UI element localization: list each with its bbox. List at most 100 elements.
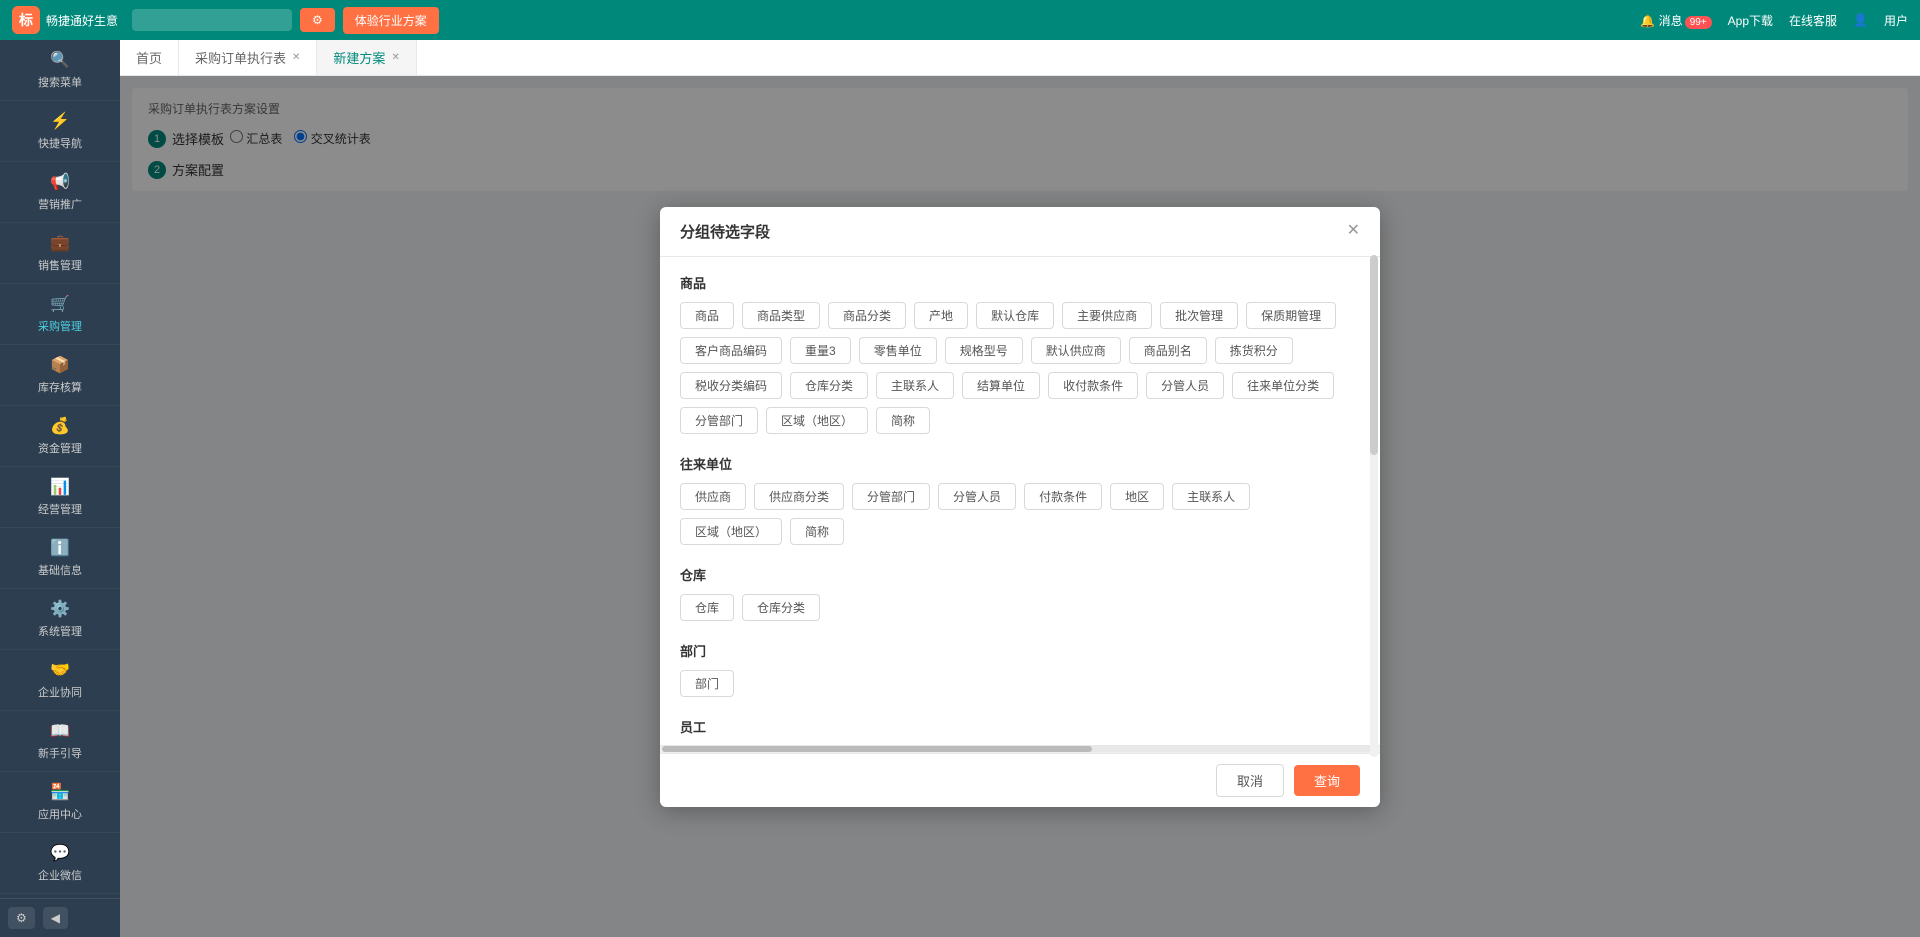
field-tag-partner-0[interactable]: 供应商 [680,483,746,510]
modal-close-btn[interactable]: ✕ [1347,223,1360,239]
field-tag-goods-20[interactable]: 分管人员 [1146,372,1224,399]
sidebar-bottom: ⚙ ◀ [0,898,120,937]
sidebar-item-inventory[interactable]: 📦 库存核算 [0,345,120,406]
field-tag-goods-4[interactable]: 默认仓库 [976,302,1054,329]
sidebar-label-sales: 销售管理 [38,257,82,273]
modal-body: 商品 商品 商品类型 商品分类 产地 默认仓库 主要供应商 批次管理 保质期管理… [660,257,1380,746]
section-warehouse: 仓库 仓库 仓库分类 [680,565,1360,621]
field-tag-partner-8[interactable]: 简称 [790,518,844,545]
field-tag-goods-0[interactable]: 商品 [680,302,734,329]
field-tag-goods-15[interactable]: 税收分类编码 [680,372,782,399]
field-tag-goods-10[interactable]: 零售单位 [859,337,937,364]
field-tag-goods-18[interactable]: 结算单位 [962,372,1040,399]
field-tag-goods-8[interactable]: 客户商品编码 [680,337,782,364]
confirm-button[interactable]: 查询 [1294,765,1360,796]
tab-purchase-order-label: 采购订单执行表 [195,48,286,67]
settings-btn[interactable]: ⚙ [300,8,335,32]
field-tag-goods-3[interactable]: 产地 [914,302,968,329]
sidebar-item-search[interactable]: 🔍 搜索菜单 [0,40,120,101]
field-tag-goods-13[interactable]: 商品别名 [1129,337,1207,364]
sidebar-item-sales[interactable]: 💼 销售管理 [0,223,120,284]
purchase-icon: 🛒 [50,294,70,314]
sidebar-label-system: 系统管理 [38,623,82,639]
field-tag-goods-17[interactable]: 主联系人 [876,372,954,399]
quicknav-icon: ⚡ [50,111,70,131]
field-tag-partner-6[interactable]: 主联系人 [1172,483,1250,510]
sidebar-label-quicknav: 快捷导航 [38,135,82,151]
section-department-tags: 部门 [680,670,1360,697]
field-tag-goods-23[interactable]: 区域（地区） [766,407,868,434]
logo-text: 畅捷通好生意 [46,12,118,29]
field-tag-goods-2[interactable]: 商品分类 [828,302,906,329]
wechat-icon: 💬 [50,843,70,863]
user-avatar[interactable]: 👤 [1853,13,1868,27]
sidebar-item-quicknav[interactable]: ⚡ 快捷导航 [0,101,120,162]
sidebar-collapse-btn[interactable]: ◀ [43,907,68,929]
tab-purchase-order[interactable]: 采购订单执行表 ✕ [179,40,317,75]
field-tag-goods-1[interactable]: 商品类型 [742,302,820,329]
field-tag-goods-24[interactable]: 简称 [876,407,930,434]
modal-hscrollbar[interactable] [660,745,1380,752]
field-tag-partner-5[interactable]: 地区 [1110,483,1164,510]
sidebar-item-wechat[interactable]: 💬 企业微信 [0,833,120,894]
modal-vscrollbar[interactable] [1370,255,1378,757]
modal-footer: 取消 查询 [660,753,1380,807]
sidebar-item-finance[interactable]: 💰 资金管理 [0,406,120,467]
sidebar-item-management[interactable]: 📊 经营管理 [0,467,120,528]
appcenter-icon: 🏪 [50,782,70,802]
finance-icon: 💰 [50,416,70,436]
modal-overlay: 分组待选字段 ✕ 商品 商品 商品类型 商品分类 产地 默认仓库 主要供应商 批… [120,76,1920,937]
tab-new-plan-close[interactable]: ✕ [391,52,399,63]
field-tag-partner-7[interactable]: 区域（地区） [680,518,782,545]
field-tag-goods-16[interactable]: 仓库分类 [790,372,868,399]
field-tag-warehouse-1[interactable]: 仓库分类 [742,594,820,621]
sidebar-settings-btn[interactable]: ⚙ [8,907,35,929]
section-warehouse-tags: 仓库 仓库分类 [680,594,1360,621]
field-tag-goods-14[interactable]: 拣货积分 [1215,337,1293,364]
field-tag-partner-4[interactable]: 付款条件 [1024,483,1102,510]
field-tag-partner-1[interactable]: 供应商分类 [754,483,844,510]
vscroll-thumb[interactable] [1370,255,1378,456]
section-department-title: 部门 [680,641,1360,660]
hscroll-thumb[interactable] [662,746,1092,752]
field-tag-goods-19[interactable]: 收付款条件 [1048,372,1138,399]
field-tag-goods-9[interactable]: 重量3 [790,337,851,364]
sidebar-item-purchase[interactable]: 🛒 采购管理 [0,284,120,345]
field-tag-partner-3[interactable]: 分管人员 [938,483,1016,510]
basicinfo-icon: ℹ️ [50,538,70,558]
field-tag-goods-5[interactable]: 主要供应商 [1062,302,1152,329]
field-tag-goods-22[interactable]: 分管部门 [680,407,758,434]
guide-icon: 📖 [50,721,70,741]
sidebar-item-guide[interactable]: 📖 新手引导 [0,711,120,772]
app-download-link[interactable]: App下载 [1728,12,1773,29]
sidebar-label-search: 搜索菜单 [38,74,82,90]
field-tag-warehouse-0[interactable]: 仓库 [680,594,734,621]
search-icon: 🔍 [50,50,70,70]
field-tag-goods-21[interactable]: 往来单位分类 [1232,372,1334,399]
tab-home[interactable]: 首页 [120,40,179,75]
tab-purchase-order-close[interactable]: ✕ [292,52,300,63]
sidebar-item-collab[interactable]: 🤝 企业协同 [0,650,120,711]
field-tag-goods-12[interactable]: 默认供应商 [1031,337,1121,364]
field-tag-goods-7[interactable]: 保质期管理 [1246,302,1336,329]
sidebar-item-appcenter[interactable]: 🏪 应用中心 [0,772,120,833]
cancel-button[interactable]: 取消 [1216,764,1284,797]
field-tag-partner-2[interactable]: 分管部门 [852,483,930,510]
field-tag-goods-11[interactable]: 规格型号 [945,337,1023,364]
modal-title: 分组待选字段 [680,221,770,242]
sidebar-item-basicinfo[interactable]: ℹ️ 基础信息 [0,528,120,589]
online-service-link[interactable]: 在线客服 [1789,12,1837,29]
experience-btn[interactable]: 体验行业方案 [343,7,439,34]
tab-new-plan[interactable]: 新建方案 ✕ [317,40,416,75]
notification-area[interactable]: 🔔 消息99+ [1640,12,1711,29]
management-icon: 📊 [50,477,70,497]
sidebar-item-marketing[interactable]: 📢 营销推广 [0,162,120,223]
sidebar-label-marketing: 营销推广 [38,196,82,212]
sidebar-label-purchase: 采购管理 [38,318,82,334]
sidebar-item-system[interactable]: ⚙️ 系统管理 [0,589,120,650]
field-tag-department-0[interactable]: 部门 [680,670,734,697]
hscroll-track [662,746,1378,752]
field-tag-goods-6[interactable]: 批次管理 [1160,302,1238,329]
header-search-input[interactable] [132,9,292,31]
sidebar-label-collab: 企业协同 [38,684,82,700]
